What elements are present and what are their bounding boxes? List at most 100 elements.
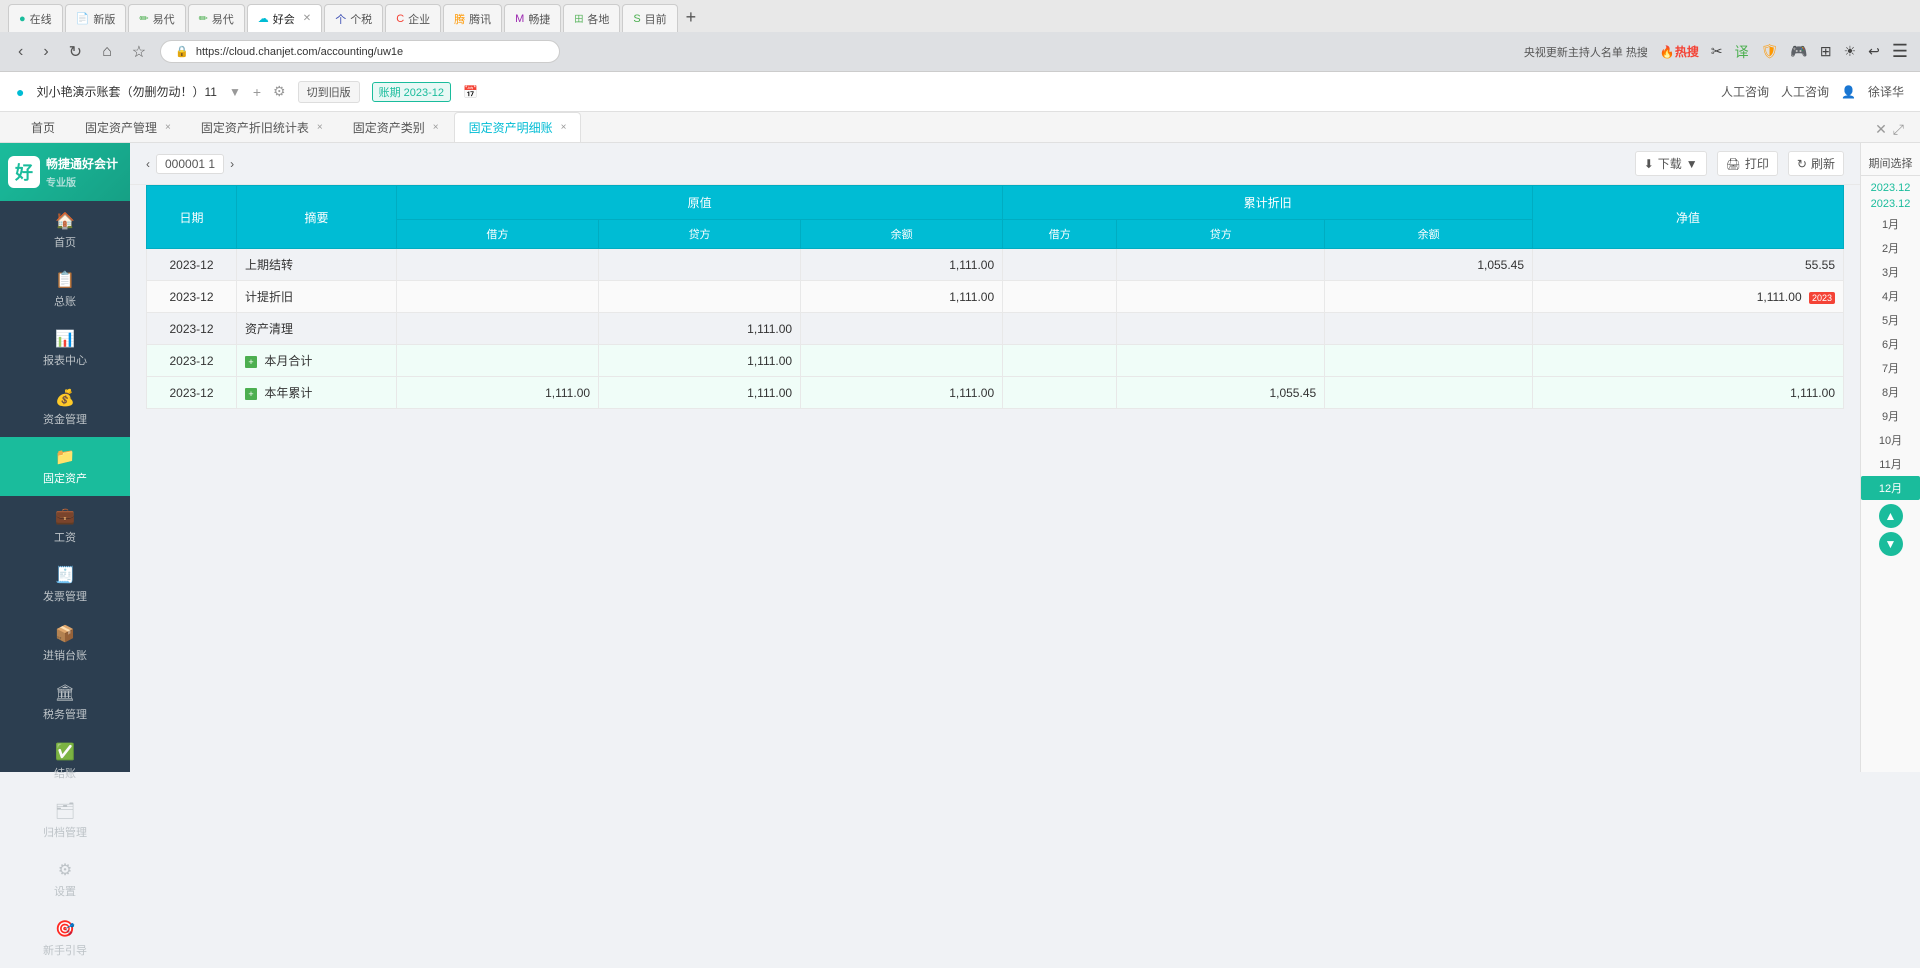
month-item-9[interactable]: 9月 <box>1861 404 1920 428</box>
browser-tab-geshui[interactable]: 个 个税 <box>324 4 383 32</box>
browser-tab-muqian[interactable]: S 目前 <box>622 4 677 32</box>
top-bar-right: 人工咨询 人工咨询 👤 徐译华 <box>1721 83 1904 100</box>
page-number: 000001 1 <box>156 154 224 174</box>
sidebar-item-ledger[interactable]: 📋 总账 <box>0 260 130 319</box>
download-button[interactable]: ⬇ 下载 ▼ <box>1635 151 1707 176</box>
translate-icon[interactable]: 译 <box>1735 42 1749 62</box>
tab-close-depreciation[interactable]: × <box>317 122 323 133</box>
month-item-3[interactable]: 3月 <box>1861 260 1920 284</box>
month-item-11[interactable]: 11月 <box>1861 452 1920 476</box>
browser-tab-close[interactable]: ✕ <box>303 13 311 24</box>
month-item-4[interactable]: 4月 <box>1861 284 1920 308</box>
browser-tab-changjie[interactable]: M 畅捷 <box>504 4 561 32</box>
sidebar-item-guide[interactable]: 🎯 新手引导 <box>0 909 130 968</box>
tab-depreciation-stats[interactable]: 固定资产折旧统计表 × <box>186 112 338 142</box>
hot-search-icon[interactable]: 🔥热搜 <box>1660 43 1699 60</box>
scissors-icon[interactable]: ✂ <box>1711 43 1723 60</box>
month-item-5[interactable]: 5月 <box>1861 308 1920 332</box>
cell-dep-credit <box>1117 249 1325 281</box>
sidebar-item-invoice[interactable]: 🧾 发票管理 <box>0 555 130 614</box>
browser-tab-online[interactable]: ● 在线 <box>8 4 63 32</box>
sidebar-item-tax[interactable]: 🏛 税务管理 <box>0 673 130 732</box>
close-all-tabs-icon[interactable]: ✕ <box>1875 121 1887 138</box>
cell-date: 2023-12 <box>147 249 237 281</box>
cell-dep-balance <box>1325 281 1533 313</box>
refresh-button[interactable]: ↻ 刷新 <box>1788 151 1844 176</box>
cell-net-value <box>1533 345 1844 377</box>
game-icon[interactable]: 🎮 <box>1790 43 1807 60</box>
th-dep-debit: 借方 <box>1003 220 1117 249</box>
undo-icon[interactable]: ↩ <box>1868 43 1880 60</box>
help-text[interactable]: 人工咨询 <box>1781 83 1829 100</box>
month-item-10[interactable]: 10月 <box>1861 428 1920 452</box>
th-dep-credit: 贷方 <box>1117 220 1325 249</box>
forward-button[interactable]: › <box>37 41 54 63</box>
home-button[interactable]: ⌂ <box>96 41 118 63</box>
month-item-1[interactable]: 1月 <box>1861 212 1920 236</box>
brightness-icon[interactable]: ☀ <box>1844 43 1857 60</box>
cell-summary: + 本年累计 <box>237 377 397 409</box>
tab-asset-detail[interactable]: 固定资产明细账 × <box>454 112 582 142</box>
prev-page-button[interactable]: ‹ <box>146 157 150 171</box>
month-item-2[interactable]: 2月 <box>1861 236 1920 260</box>
browser-tab-gedi[interactable]: 田 各地 <box>563 4 620 32</box>
table-row-monthly-total: 2023-12 + 本月合计 1,111.00 <box>147 345 1844 377</box>
cell-summary: 上期结转 <box>237 249 397 281</box>
help-label[interactable]: 人工咨询 <box>1721 83 1769 100</box>
tab-close-detail[interactable]: × <box>561 122 567 133</box>
grid-icon[interactable]: ⊞ <box>1820 43 1832 60</box>
menu-icon[interactable]: ☰ <box>1892 41 1908 62</box>
sidebar-item-payroll[interactable]: 💼 工资 <box>0 496 130 555</box>
browser-tab-haohui[interactable]: ☁ 好会 ✕ <box>247 4 322 32</box>
settings-icon[interactable]: ⚙ <box>273 83 286 100</box>
month-item-8[interactable]: 8月 <box>1861 380 1920 404</box>
browser-tab-tengxun[interactable]: 腾 腾讯 <box>443 4 502 32</box>
month-item-7[interactable]: 7月 <box>1861 356 1920 380</box>
tab-close-fixed-management[interactable]: × <box>165 122 171 133</box>
tab-home[interactable]: 首页 <box>16 112 70 142</box>
shield-icon[interactable]: 🛡 <box>1761 43 1779 60</box>
cell-orig-debit <box>397 313 599 345</box>
tab-asset-category[interactable]: 固定资产类别 × <box>338 112 454 142</box>
bookmark-button[interactable]: ☆ <box>126 40 152 64</box>
sidebar-item-fixed-assets[interactable]: 📁 固定资产 <box>0 437 130 496</box>
summary-icon: + <box>245 356 257 368</box>
browser-tab-yidai2[interactable]: ✏ 易代 <box>188 4 245 32</box>
refresh-button[interactable]: ↻ <box>63 40 88 64</box>
sidebar-item-closing[interactable]: ✅ 结账 <box>0 732 130 791</box>
add-account-button[interactable]: + <box>253 84 261 100</box>
sidebar-item-purchase-sales[interactable]: 📦 进销台账 <box>0 614 130 673</box>
calendar-icon[interactable]: 📅 <box>463 85 478 99</box>
scroll-down-button[interactable]: ▼ <box>1879 532 1903 556</box>
tab-close-category[interactable]: × <box>433 122 439 133</box>
sidebar-item-archive[interactable]: 🗂 归档管理 <box>0 791 130 850</box>
browser-tab-qiye[interactable]: C 企业 <box>385 4 441 32</box>
guide-icon: 🎯 <box>55 919 75 939</box>
sidebar-item-reports[interactable]: 📊 报表中心 <box>0 319 130 378</box>
scroll-up-button[interactable]: ▲ <box>1879 504 1903 528</box>
switch-version-button[interactable]: 切到旧版 <box>298 81 360 103</box>
cell-orig-balance: 1,111.00 <box>801 281 1003 313</box>
browser-tab-new[interactable]: 📄 新版 <box>65 4 127 32</box>
new-tab-button[interactable]: + <box>680 7 703 28</box>
cell-date: 2023-12 <box>147 281 237 313</box>
month-item-6[interactable]: 6月 <box>1861 332 1920 356</box>
browser-tab-yidai1[interactable]: ✏ 易代 <box>128 4 185 32</box>
sidebar-item-settings[interactable]: ⚙ 设置 <box>0 850 130 909</box>
back-button[interactable]: ‹ <box>12 41 29 63</box>
cell-net-value: 1,111.00 <box>1533 377 1844 409</box>
tax-icon: 🏛 <box>55 683 75 703</box>
cell-date: 2023-12 <box>147 345 237 377</box>
sidebar-item-home[interactable]: 🏠 首页 <box>0 201 130 260</box>
sidebar-item-funds[interactable]: 💰 资金管理 <box>0 378 130 437</box>
fixed-assets-icon: 📁 <box>55 447 75 467</box>
page-navigation: ‹ 000001 1 › <box>146 154 234 174</box>
dropdown-icon[interactable]: ▼ <box>229 85 241 99</box>
month-item-12[interactable]: 12月 <box>1861 476 1920 500</box>
tab-fixed-asset-management[interactable]: 固定资产管理 × <box>70 112 186 142</box>
next-page-button[interactable]: › <box>230 157 234 171</box>
download-dropdown-icon[interactable]: ▼ <box>1686 157 1698 171</box>
address-input[interactable]: 🔒 https://cloud.chanjet.com/accounting/u… <box>160 40 560 63</box>
expand-icon[interactable]: ⤢ <box>1893 121 1904 138</box>
print-button[interactable]: 🖨 打印 <box>1717 151 1778 176</box>
